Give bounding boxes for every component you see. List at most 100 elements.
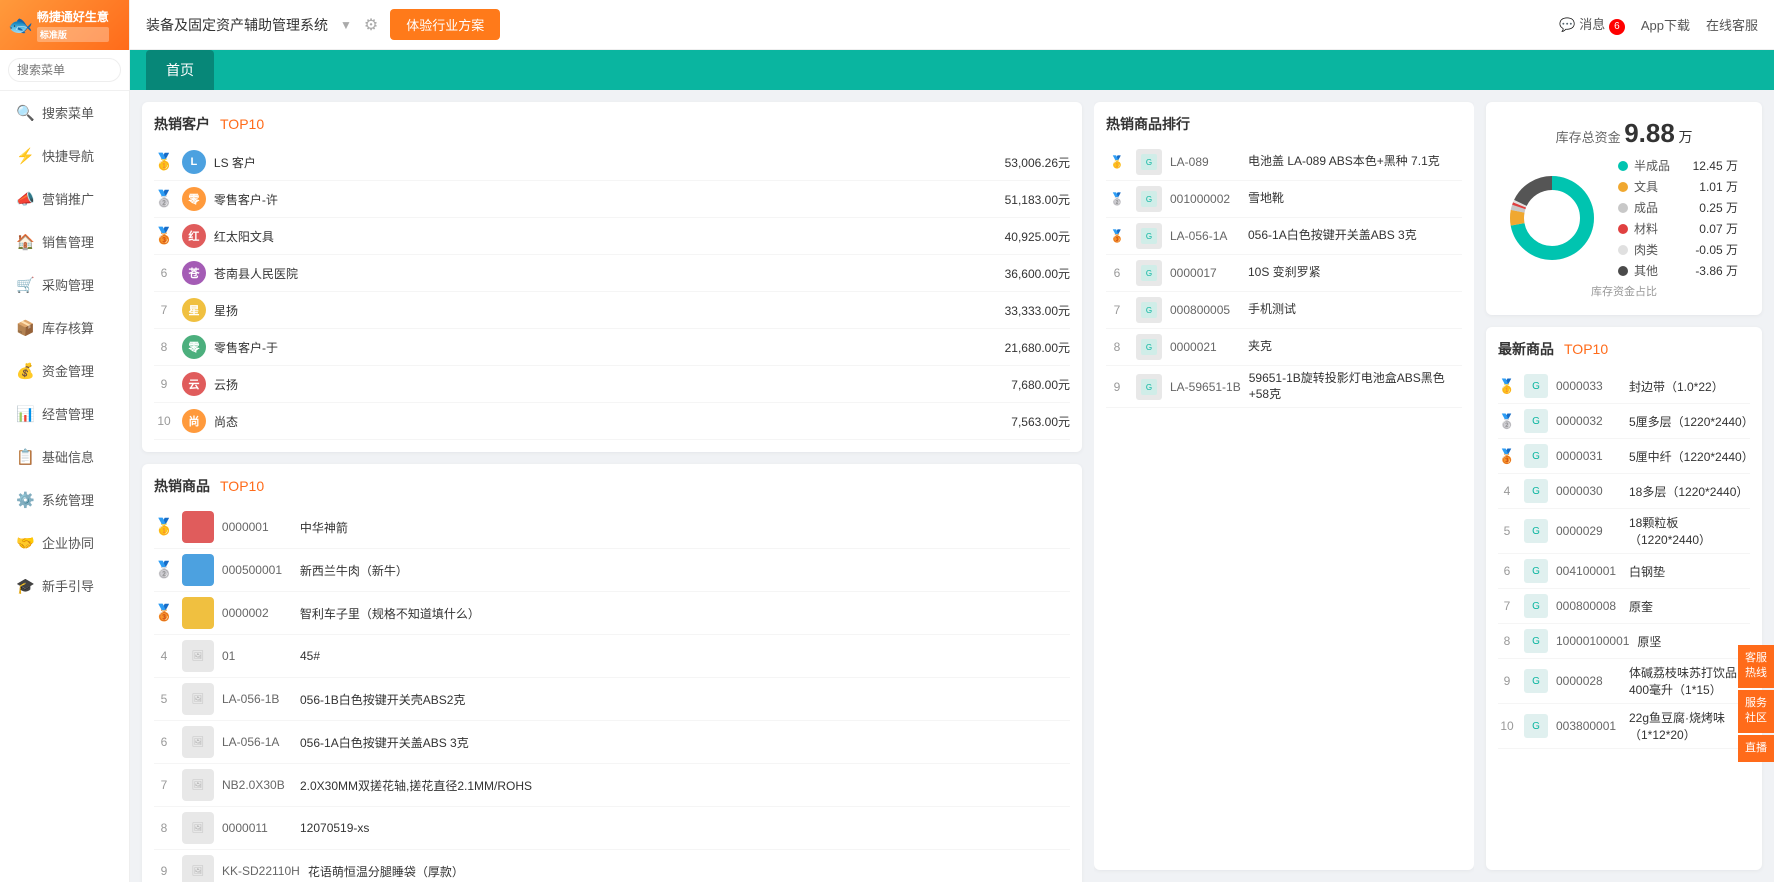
- legend-label: 半成品: [1634, 157, 1687, 174]
- rank-number: 6: [1106, 266, 1128, 280]
- legend-label: 成品: [1634, 199, 1693, 216]
- hot-product-row: 6 🖼 LA-056-1A 056-1A白色按键开关盖ABS 3克: [154, 721, 1070, 764]
- inventory-note: 库存资金占比: [1502, 283, 1746, 299]
- system-title: 装备及固定资产辅助管理系统: [146, 15, 328, 35]
- search-input[interactable]: [8, 58, 121, 82]
- new-products-card: 最新商品 TOP10 🥇 G 0000033 封边带（1.0*22） 🥈 G 0…: [1486, 327, 1762, 870]
- product-name: 5厘中纤（1220*2440）: [1629, 448, 1750, 465]
- product-code: 0000031: [1556, 449, 1621, 463]
- box-icon: 📦: [16, 319, 34, 337]
- hot-product-row: 9 🖼 KK-SD22110H 花语萌恒温分腿睡袋（厚款）: [154, 850, 1070, 882]
- product-name: 封边带（1.0*22）: [1629, 378, 1750, 395]
- app-download-button[interactable]: App下载: [1641, 15, 1690, 34]
- sidebar-item-operations[interactable]: 📊 经营管理: [0, 392, 129, 435]
- legend-item: 材料 0.07 万: [1618, 220, 1738, 237]
- sidebar-item-basic-info[interactable]: 📋 基础信息: [0, 435, 129, 478]
- customer-amount: 33,333.00元: [1005, 302, 1070, 319]
- sidebar-item-label: 采购管理: [42, 275, 94, 294]
- product-thumbnail: G: [1524, 559, 1548, 583]
- rank-number: 8: [1498, 634, 1516, 648]
- customer-amount: 36,600.00元: [1005, 265, 1070, 282]
- sidebar-item-marketing[interactable]: 📣 营销推广: [0, 177, 129, 220]
- rank-number: 7: [1498, 599, 1516, 613]
- sidebar-item-inventory[interactable]: 📦 库存核算: [0, 306, 129, 349]
- live-button[interactable]: 直播: [1738, 735, 1774, 762]
- product-code: 0000021: [1170, 340, 1240, 354]
- customer-name: 星扬: [214, 302, 997, 319]
- dropdown-arrow-icon[interactable]: ▼: [340, 18, 352, 32]
- product-code: LA-056-1A: [222, 735, 292, 749]
- home-icon: 🏠: [16, 233, 34, 251]
- legend-item: 文具 1.01 万: [1618, 178, 1738, 195]
- product-name: 电池盖 LA-089 ABS本色+黑种 7.1克: [1248, 154, 1462, 170]
- rank-medal-icon: 🥇: [1498, 378, 1516, 395]
- sidebar-item-system[interactable]: ⚙️ 系统管理: [0, 478, 129, 521]
- messages-label: 消息: [1579, 17, 1605, 32]
- hot-product-row: 4 🖼 01 45#: [154, 635, 1070, 678]
- sidebar-item-label: 新手引导: [42, 576, 94, 595]
- product-name: 原奎: [1629, 598, 1750, 615]
- customer-avatar: 零: [182, 187, 206, 211]
- sidebar-item-collaboration[interactable]: 🤝 企业协同: [0, 521, 129, 564]
- sidebar-item-finance[interactable]: 💰 资金管理: [0, 349, 129, 392]
- messages-button[interactable]: 💬 消息 6: [1559, 14, 1624, 35]
- product-name: 45#: [300, 649, 1070, 663]
- middle-products-list: 🥇 G LA-089 电池盖 LA-089 ABS本色+黑种 7.1克 🥈 G …: [1106, 144, 1462, 408]
- customer-service-button[interactable]: 客服热线: [1738, 645, 1774, 688]
- new-product-row: 🥉 G 0000031 5厘中纤（1220*2440）: [1498, 439, 1750, 474]
- tab-home[interactable]: 首页: [146, 50, 214, 90]
- product-thumbnail: G: [1136, 186, 1162, 212]
- product-code: NB2.0X30B: [222, 778, 292, 792]
- rank-medal-icon: 🥈: [1106, 192, 1128, 206]
- svg-text:G: G: [1146, 232, 1152, 241]
- customer-name: 尚态: [214, 413, 1003, 430]
- logo-badge: 标准版: [37, 27, 109, 42]
- sidebar-item-purchase[interactable]: 🛒 采购管理: [0, 263, 129, 306]
- legend-item: 其他 -3.86 万: [1618, 262, 1738, 279]
- product-thumbnail-placeholder: 🖼: [182, 726, 214, 758]
- customer-avatar: 云: [182, 372, 206, 396]
- new-product-row: 6 G 004100001 白钢垫: [1498, 554, 1750, 589]
- inventory-total: 库存总资金 9.88 万: [1502, 118, 1746, 149]
- new-product-row: 5 G 0000029 18颗粒板（1220*2440）: [1498, 509, 1750, 554]
- product-name: 白钢垫: [1629, 563, 1750, 580]
- sidebar-item-quick-nav[interactable]: ⚡ 快捷导航: [0, 134, 129, 177]
- customer-amount: 53,006.26元: [1005, 154, 1070, 171]
- rank-medal-icon: 🥉: [154, 226, 174, 246]
- rank-number: 6: [154, 266, 174, 280]
- legend-label: 其他: [1634, 262, 1689, 279]
- legend-value: -3.86 万: [1695, 262, 1738, 279]
- sidebar-item-label: 经营管理: [42, 404, 94, 423]
- product-thumbnail-placeholder: 🖼: [182, 855, 214, 882]
- product-thumbnail: G: [1524, 594, 1548, 618]
- legend-color-dot: [1618, 203, 1628, 213]
- inventory-chart: 半成品 12.45 万 文具 1.01 万 成品 0.25 万 材料 0.07 …: [1502, 157, 1746, 279]
- new-product-row: 8 G 10000100001 原坚: [1498, 624, 1750, 659]
- chart-icon: 📊: [16, 405, 34, 423]
- product-code: LA-056-1A: [1170, 229, 1240, 243]
- sidebar-nav: 🔍 搜索菜单 ⚡ 快捷导航 📣 营销推广 🏠 销售管理 🛒 采购管理 📦 库存核…: [0, 91, 129, 882]
- inventory-legend: 半成品 12.45 万 文具 1.01 万 成品 0.25 万 材料 0.07 …: [1618, 157, 1738, 279]
- community-button[interactable]: 服务社区: [1738, 690, 1774, 733]
- middle-product-row: 8 G 0000021 夹克: [1106, 329, 1462, 366]
- rank-number: 4: [1498, 484, 1516, 498]
- rank-number: 8: [1106, 340, 1128, 354]
- online-service-button[interactable]: 在线客服: [1706, 15, 1758, 34]
- rank-number: 9: [1106, 380, 1128, 394]
- legend-color-dot: [1618, 245, 1628, 255]
- customer-amount: 40,925.00元: [1005, 228, 1070, 245]
- sidebar-item-sales[interactable]: 🏠 销售管理: [0, 220, 129, 263]
- sidebar-item-search[interactable]: 🔍 搜索菜单: [0, 91, 129, 134]
- trial-button[interactable]: 体验行业方案: [390, 9, 500, 40]
- new-product-row: 🥈 G 0000032 5厘多层（1220*2440）: [1498, 404, 1750, 439]
- svg-text:G: G: [1146, 195, 1152, 204]
- product-thumbnail: G: [1136, 334, 1162, 360]
- legend-label: 材料: [1634, 220, 1693, 237]
- legend-label: 肉类: [1634, 241, 1689, 258]
- product-code: 0000011: [222, 821, 292, 835]
- donut-chart: [1502, 168, 1602, 268]
- sidebar-item-guide[interactable]: 🎓 新手引导: [0, 564, 129, 607]
- svg-text:G: G: [1146, 269, 1152, 278]
- settings-button[interactable]: ⚙: [364, 15, 378, 35]
- svg-text:G: G: [1146, 343, 1152, 352]
